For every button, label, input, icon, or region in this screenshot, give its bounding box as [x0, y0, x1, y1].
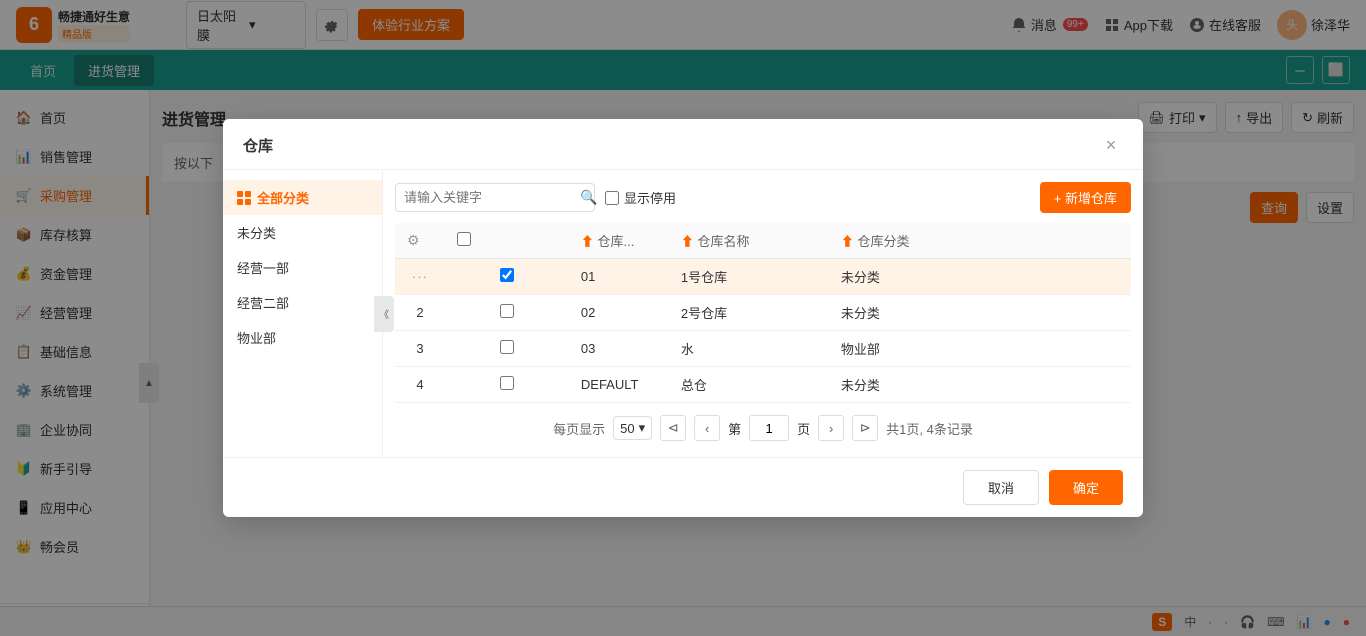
col-header-checkbox [445, 223, 569, 259]
row-code: 03 [569, 331, 669, 367]
row-name: 总仓 [669, 367, 829, 403]
row-checkbox[interactable] [500, 340, 514, 354]
row-checkbox-cell [445, 259, 569, 295]
row-checkbox-cell [445, 295, 569, 331]
table-row[interactable]: ··· 01 1号仓库 未分类 [395, 259, 1131, 295]
add-warehouse-button[interactable]: + 新增仓库 [1040, 182, 1131, 213]
row-num: 4 [395, 367, 445, 403]
sort-icon: ⬆ [581, 234, 594, 249]
table-panel: 🔍 显示停用 + 新增仓库 ⚙ [383, 170, 1143, 457]
table-toolbar: 🔍 显示停用 + 新增仓库 [395, 182, 1131, 213]
row-code: DEFAULT [569, 367, 669, 403]
row-num: 2 [395, 295, 445, 331]
search-box: 🔍 [395, 183, 595, 212]
row-checkbox[interactable] [500, 268, 514, 282]
category-item-unclassified[interactable]: 未分类 [223, 215, 382, 250]
warehouse-table: ⚙ ⬆ 仓库... ⬆ 仓库名称 [395, 223, 1131, 403]
category-item-property[interactable]: 物业部 [223, 320, 382, 355]
row-name: 2号仓库 [669, 295, 829, 331]
grid-icon [237, 191, 251, 205]
warehouse-modal: 仓库 × 全部分类 未分类 经营一部 经营二部 物业部 《 🔍 [223, 119, 1143, 517]
row-category: 未分类 [829, 367, 1131, 403]
show-disabled-checkbox[interactable] [605, 191, 619, 205]
prev-page-button[interactable]: ‹ [694, 415, 720, 441]
show-disabled-label[interactable]: 显示停用 [605, 188, 676, 207]
modal-title: 仓库 [243, 135, 273, 156]
col-header-name[interactable]: ⬆ 仓库名称 [669, 223, 829, 259]
page-size-select[interactable]: 50 ▾ [613, 416, 652, 440]
table-row[interactable]: 3 03 水 物业部 [395, 331, 1131, 367]
row-checkbox[interactable] [500, 376, 514, 390]
page-label-before: 第 [728, 419, 741, 438]
first-page-button[interactable]: ⊲ [660, 415, 686, 441]
category-all-item[interactable]: 全部分类 [223, 180, 382, 215]
next-page-button[interactable]: › [818, 415, 844, 441]
sort-icon2: ⬆ [681, 234, 694, 249]
last-page-button[interactable]: ⊳ [852, 415, 878, 441]
col-header-gear: ⚙ [395, 223, 445, 259]
gear-icon[interactable]: ⚙ [407, 232, 420, 248]
cancel-button[interactable]: 取消 [963, 470, 1039, 505]
category-collapse-button[interactable]: 《 [374, 296, 394, 332]
pagination: 每页显示 50 ▾ ⊲ ‹ 第 页 › ⊳ 共1页, 4条记录 [395, 403, 1131, 445]
row-num: 3 [395, 331, 445, 367]
category-item-dept2[interactable]: 经营二部 [223, 285, 382, 320]
row-name: 1号仓库 [669, 259, 829, 295]
col-header-category[interactable]: ⬆ 仓库分类 [829, 223, 1131, 259]
row-code: 02 [569, 295, 669, 331]
row-code: 01 [569, 259, 669, 295]
row-category: 未分类 [829, 259, 1131, 295]
page-number-input[interactable] [749, 415, 789, 441]
category-panel: 全部分类 未分类 经营一部 经营二部 物业部 《 [223, 170, 383, 457]
category-item-dept1[interactable]: 经营一部 [223, 250, 382, 285]
row-checkbox[interactable] [500, 304, 514, 318]
modal-footer: 取消 确定 [223, 457, 1143, 517]
table-row[interactable]: 2 02 2号仓库 未分类 [395, 295, 1131, 331]
row-checkbox-cell [445, 367, 569, 403]
confirm-button[interactable]: 确定 [1049, 470, 1123, 505]
row-category: 未分类 [829, 295, 1131, 331]
modal-header: 仓库 × [223, 119, 1143, 170]
chevron-down-icon2: ▾ [639, 420, 646, 436]
row-name: 水 [669, 331, 829, 367]
select-all-checkbox[interactable] [457, 232, 471, 246]
modal-body: 全部分类 未分类 经营一部 经营二部 物业部 《 🔍 显示停用 + 新增仓库 [223, 170, 1143, 457]
search-input[interactable] [404, 190, 580, 205]
row-checkbox-cell [445, 331, 569, 367]
col-header-code[interactable]: ⬆ 仓库... [569, 223, 669, 259]
three-dots-icon[interactable]: ··· [412, 269, 428, 284]
row-category: 物业部 [829, 331, 1131, 367]
sort-icon3: ⬆ [841, 234, 854, 249]
row-num: ··· [395, 259, 445, 295]
table-row[interactable]: 4 DEFAULT 总仓 未分类 [395, 367, 1131, 403]
search-icon[interactable]: 🔍 [580, 189, 597, 206]
modal-close-button[interactable]: × [1099, 133, 1123, 157]
